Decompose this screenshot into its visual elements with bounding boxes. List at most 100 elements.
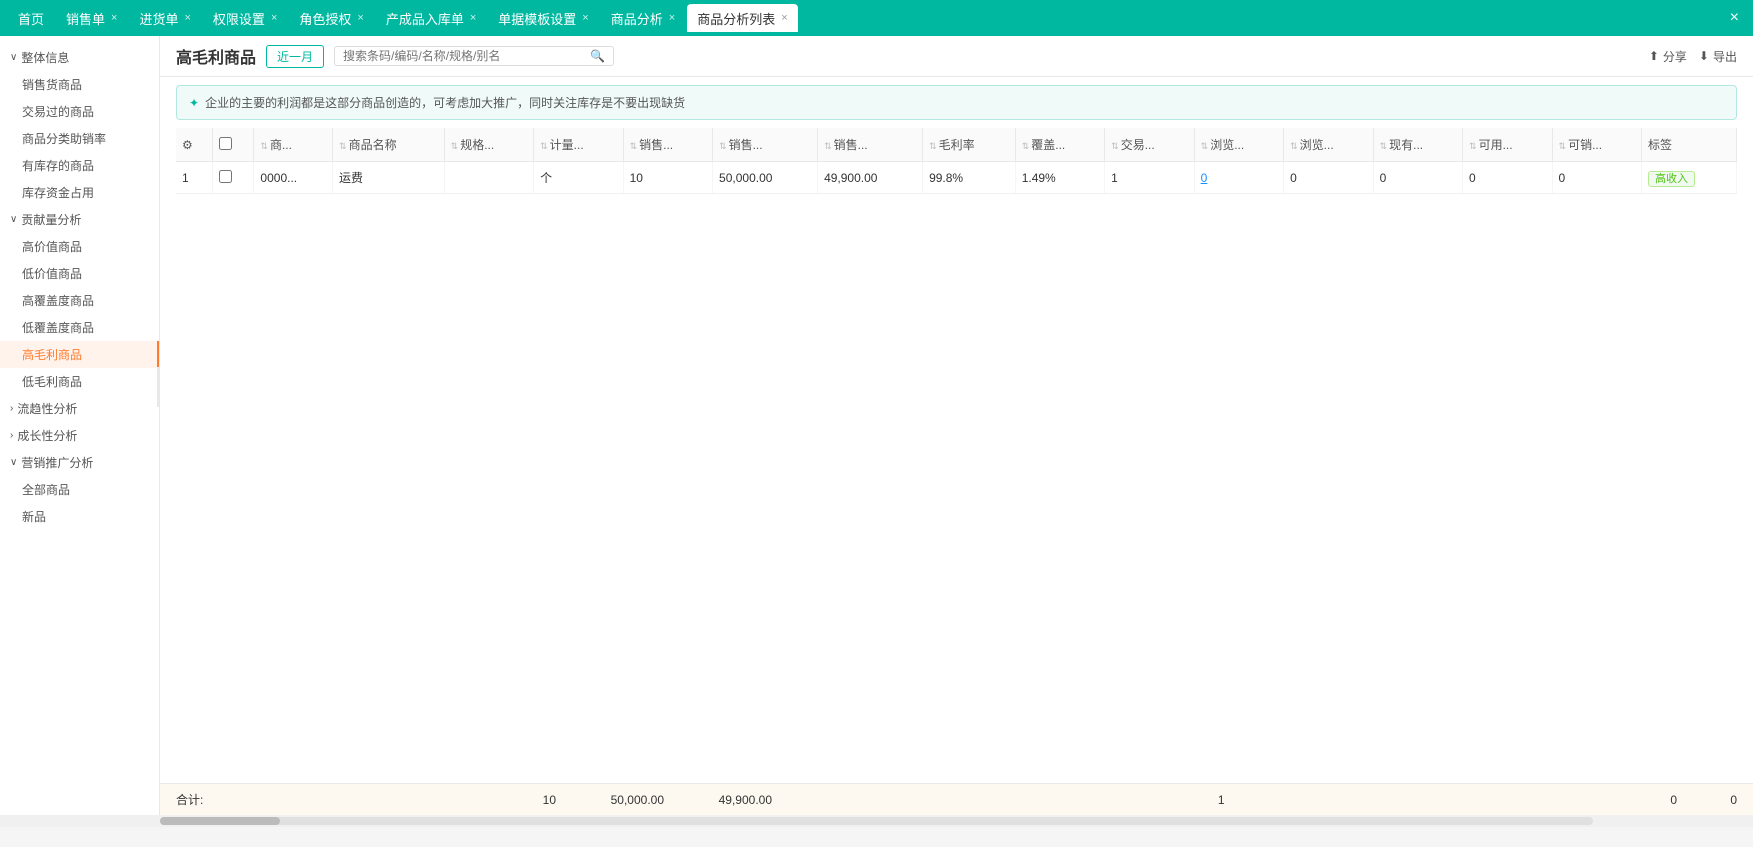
sidebar: «∨整体信息销售货商品交易过的商品商品分类助销率有库存的商品库存资金占用∨贡献量… [0,36,160,815]
bottom-scrollbar[interactable] [0,815,1753,827]
search-input[interactable] [343,49,586,63]
unit-cell: 个 [534,162,623,194]
table-col-header-4[interactable]: ⇅规格... [444,128,533,162]
table-col-header-17: 标签 [1641,128,1736,162]
search-icon[interactable]: 🔍 [590,49,605,63]
table-col-header-7[interactable]: ⇅销售... [713,128,818,162]
table-col-header-16[interactable]: ⇅可销... [1552,128,1641,162]
sidebar-group-label-text: 流趋性分析 [17,400,77,417]
info-icon: ✦ [189,96,199,110]
main-area: «∨整体信息销售货商品交易过的商品商品分类助销率有库存的商品库存资金占用∨贡献量… [0,36,1753,815]
col-label: 销售... [834,138,868,152]
footer-cells: 合计: 10 50,000.00 49,900.00 1 0 0 [176,791,1737,808]
sidebar-group-label-text: 贡献量分析 [21,211,81,228]
nav-close-icon[interactable]: × [669,12,675,24]
nav-item-单据模板设置[interactable]: 单据模板设置× [488,4,598,32]
table-col-header-9[interactable]: ⇅毛利率 [923,128,1016,162]
sidebar-item-交易过的商品[interactable]: 交易过的商品 [0,98,159,125]
export-button[interactable]: ⬇ 导出 [1699,48,1737,65]
sidebar-group-arrow-icon: ∨ [10,214,17,225]
tag-cell[interactable]: 高收入 [1641,162,1736,194]
sidebar-item-低覆盖度商品[interactable]: 低覆盖度商品 [0,314,159,341]
share-button[interactable]: ⬆ 分享 [1649,48,1687,65]
sort-icon: ⇅ [929,141,937,151]
table-col-header-8[interactable]: ⇅销售... [818,128,923,162]
sidebar-item-高覆盖度商品[interactable]: 高覆盖度商品 [0,287,159,314]
nav-close-icon[interactable]: × [470,12,476,24]
col-label: 规格... [460,138,494,152]
sidebar-group-2[interactable]: ›流趋性分析 [0,395,159,422]
browse2-cell: 0 [1284,162,1373,194]
table-col-header-10[interactable]: ⇅覆盖... [1015,128,1104,162]
coverage-cell: 1.49% [1015,162,1104,194]
footer-sales-qty: 10 [476,793,556,807]
nav-close-icon[interactable]: × [111,12,117,24]
checkbox-cell[interactable] [213,162,254,194]
sort-icon: ⇅ [1559,141,1567,151]
sidebar-group-3[interactable]: ›成长性分析 [0,422,159,449]
search-box: 🔍 [334,46,614,66]
nav-item-首页[interactable]: 首页 [8,4,54,32]
sidebar-item-高价值商品[interactable]: 高价值商品 [0,233,159,260]
close-all-button[interactable]: × [1724,9,1745,27]
browse1-cell[interactable]: 0 [1194,162,1283,194]
table-col-header-14[interactable]: ⇅现有... [1373,128,1462,162]
sort-icon: ⇅ [630,141,638,151]
table-col-header-15[interactable]: ⇅可用... [1463,128,1552,162]
nav-item-商品分析列表[interactable]: 商品分析列表× [687,4,797,32]
nav-item-权限设置[interactable]: 权限设置× [203,4,287,32]
scrollbar-thumb[interactable] [160,817,280,825]
sidebar-item-商品分类助销率[interactable]: 商品分类助销率 [0,125,159,152]
sort-icon: ⇅ [1201,141,1209,151]
sales-amount-cell: 50,000.00 [713,162,818,194]
sort-icon: ⇅ [339,141,347,151]
sort-icon: ⇅ [540,141,548,151]
nav-item-进货单[interactable]: 进货单× [129,4,200,32]
page-title: 高毛利商品 [176,44,256,68]
sidebar-group-1[interactable]: ∨ 贡献量分析 [0,206,159,233]
nav-close-icon[interactable]: × [781,12,787,24]
row-checkbox[interactable] [219,170,232,183]
sidebar-group-arrow-icon: ∨ [10,457,17,468]
footer-sales-profit: 49,900.00 [672,793,772,807]
table-col-header-5[interactable]: ⇅计量... [534,128,623,162]
sidebar-item-低价值商品[interactable]: 低价值商品 [0,260,159,287]
sidebar-group-4[interactable]: ∨营销推广分析 [0,449,159,476]
sidebar-item-库存资金占用[interactable]: 库存资金占用 [0,179,159,206]
sidebar-group-0[interactable]: ∨整体信息 [0,44,159,71]
col-label: 计量... [550,138,584,152]
col-label: 浏览... [1300,138,1334,152]
browse-link[interactable]: 0 [1201,171,1208,185]
nav-item-销售单[interactable]: 销售单× [56,4,127,32]
tag-badge: 高收入 [1648,171,1695,187]
footer-sellable: 0 [1677,793,1737,807]
nav-item-商品分析[interactable]: 商品分析× [601,4,685,32]
sort-icon: ⇅ [1469,141,1477,151]
nav-close-icon[interactable]: × [271,12,277,24]
sidebar-item-高毛利商品[interactable]: 高毛利商品 [0,341,159,368]
filter-recent-month-button[interactable]: 近一月 [266,45,324,68]
table-col-header-13[interactable]: ⇅浏览... [1284,128,1373,162]
nav-item-产成品入库单[interactable]: 产成品入库单× [376,4,486,32]
sidebar-group-arrow-icon: ∨ [10,52,17,63]
select-all-checkbox[interactable] [219,137,232,150]
table-col-header-12[interactable]: ⇅浏览... [1194,128,1283,162]
sidebar-item-全部商品[interactable]: 全部商品 [0,476,159,503]
nav-item-角色授权[interactable]: 角色授权× [289,4,373,32]
sidebar-item-有库存的商品[interactable]: 有库存的商品 [0,152,159,179]
col-label: 销售... [639,138,673,152]
spec-cell [444,162,533,194]
table-col-header-11[interactable]: ⇅交易... [1105,128,1194,162]
nav-close-icon[interactable]: × [582,12,588,24]
nav-close-icon[interactable]: × [184,12,190,24]
sidebar-item-销售货商品[interactable]: 销售货商品 [0,71,159,98]
sidebar-item-新品[interactable]: 新品 [0,503,159,530]
nav-close-icon[interactable]: × [357,12,363,24]
sellable-cell: 0 [1552,162,1641,194]
table-col-header-3[interactable]: ⇅商品名称 [333,128,445,162]
table-col-header-2[interactable]: ⇅商... [254,128,333,162]
sidebar-item-低毛利商品[interactable]: 低毛利商品 [0,368,159,395]
content-area: 高毛利商品 近一月 🔍 ⬆ 分享 ⬇ 导出 ✦ 企业的主要的利润都是这部分商品创… [160,36,1753,815]
table-row: 10000...运费个1050,000.0049,900.0099.8%1.49… [176,162,1737,194]
table-col-header-6[interactable]: ⇅销售... [623,128,712,162]
